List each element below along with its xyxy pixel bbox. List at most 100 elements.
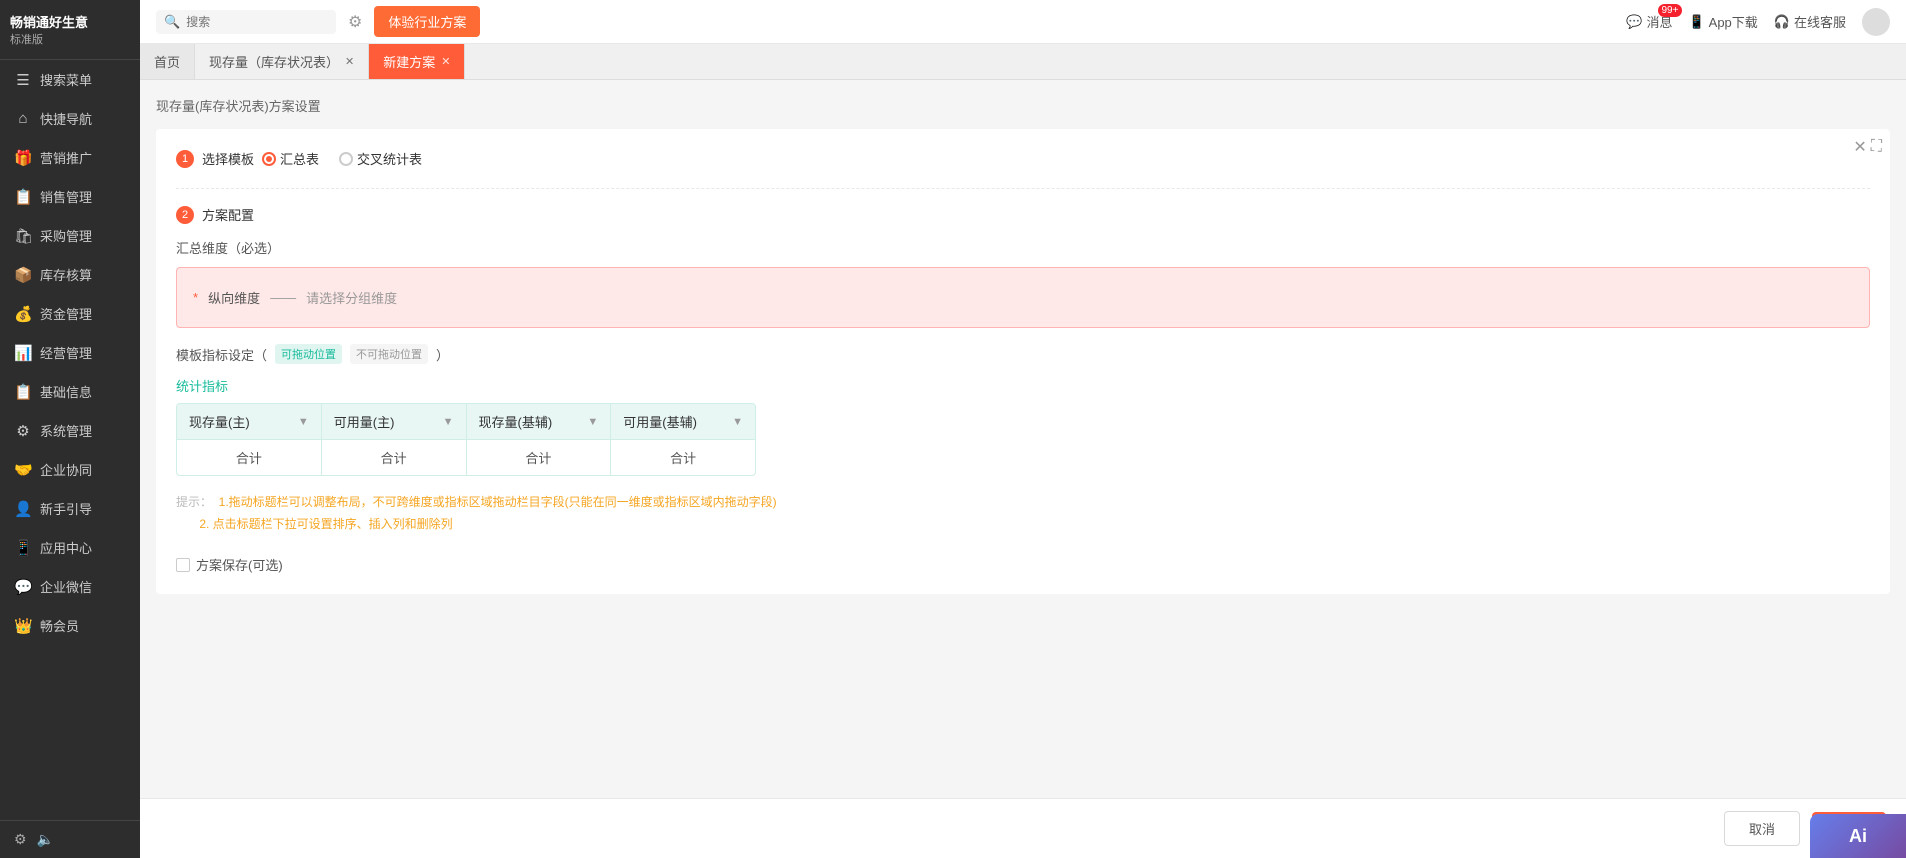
sidebar-item-new-guide[interactable]: 👤 新手引导 <box>0 489 140 528</box>
industry-btn[interactable]: 体验行业方案 <box>374 6 480 37</box>
indicator-prefix: 模板指标设定（ <box>176 345 267 364</box>
phone-icon: 📱 <box>1688 14 1704 30</box>
section1-num: 1 <box>176 150 194 168</box>
stat-col-可用量(主): 可用量(主) ▼ <box>322 404 467 439</box>
headset-icon: 🎧 <box>1774 14 1790 30</box>
tips-text: 提示： 1.拖动标题栏可以调整布局，不可跨维度或指标区域拖动栏目字段(只能在同一… <box>176 492 1870 535</box>
app-center-icon: 📱 <box>14 539 32 557</box>
sidebar-item-marketing[interactable]: 🎁 营销推广 <box>0 138 140 177</box>
sidebar-item-member[interactable]: 👑 畅会员 <box>0 606 140 645</box>
col-dropdown-icon[interactable]: ▼ <box>443 416 454 428</box>
stat-col-label: 现存量(基辅) <box>479 412 553 431</box>
stat-table-row-0: 合计合计合计合计 <box>177 439 755 475</box>
expand-panel-btn[interactable]: ⛶ <box>1871 137 1882 157</box>
app-label: App下载 <box>1709 12 1758 31</box>
config-card: 1 选择模板 汇总表 交叉统计表 <box>156 129 1890 594</box>
stat-col-label: 现存量(主) <box>189 412 250 431</box>
section1-title: 1 选择模板 汇总表 交叉统计表 <box>176 149 1870 168</box>
logo-sub: 标准版 <box>10 31 130 47</box>
stats-label: 统计指标 <box>176 376 1870 395</box>
purchase-icon: 🛍 <box>14 227 32 245</box>
message-icon: 💬 <box>1626 14 1642 30</box>
tab-home[interactable]: 首页 <box>140 44 195 79</box>
app-download-btn[interactable]: 📱 App下载 <box>1688 12 1757 31</box>
enterprise-wechat-icon: 💬 <box>14 578 32 596</box>
main-area: 🔍 ⚙ 体验行业方案 💬 消息 99+ 📱 App下载 🎧 在线客服 首页现存 <box>140 0 1906 858</box>
sidebar-item-search-menu[interactable]: ☰ 搜索菜单 <box>0 60 140 99</box>
sidebar-item-label-app-center: 应用中心 <box>40 538 92 557</box>
sidebar-item-operations[interactable]: 📊 经营管理 <box>0 333 140 372</box>
cancel-button[interactable]: 取消 <box>1724 811 1800 846</box>
tip1: 1.拖动标题栏可以调整布局，不可跨维度或指标区域拖动栏目字段(只能在同一维度或指… <box>219 495 777 509</box>
stat-cell: 合计 <box>177 440 322 475</box>
col-dropdown-icon[interactable]: ▼ <box>732 416 743 428</box>
stat-col-现存量(主): 现存量(主) ▼ <box>177 404 322 439</box>
search-box[interactable]: 🔍 <box>156 10 336 34</box>
search-input[interactable] <box>186 15 306 29</box>
sound-icon[interactable]: 🔈 <box>37 831 54 848</box>
radio-cross-label: 交叉统计表 <box>357 149 422 168</box>
sidebar-bottom: ⚙ 🔈 <box>0 820 140 858</box>
sidebar-item-label-sys-manage: 系统管理 <box>40 421 92 440</box>
dimension-box[interactable]: * 纵向维度 —— 请选择分组维度 <box>176 267 1870 328</box>
sidebar-item-purchase[interactable]: 🛍 采购管理 <box>0 216 140 255</box>
section-1: 1 选择模板 汇总表 交叉统计表 <box>176 149 1870 168</box>
logo-title: 畅销通好生意 <box>10 12 130 31</box>
sidebar-item-label-enterprise-wechat: 企业微信 <box>40 577 92 596</box>
col-dropdown-icon[interactable]: ▼ <box>587 416 598 428</box>
sidebar-item-inventory[interactable]: 📦 库存核算 <box>0 255 140 294</box>
required-mark: * <box>193 290 198 305</box>
sidebar-nav: ☰ 搜索菜单 ⌂ 快捷导航 🎁 营销推广 📋 销售管理 🛍 采购管理 📦 库存核… <box>0 60 140 820</box>
radio-cross[interactable]: 交叉统计表 <box>339 149 422 168</box>
indicator-settings-label: 模板指标设定（ 可拖动位置 不可拖动位置 ） <box>176 344 1870 364</box>
sidebar-item-label-enterprise: 企业协同 <box>40 460 92 479</box>
aggregate-label: 汇总维度（必选） <box>176 238 1870 257</box>
radio-summary[interactable]: 汇总表 <box>262 149 319 168</box>
sidebar-item-sys-manage[interactable]: ⚙ 系统管理 <box>0 411 140 450</box>
sidebar: 畅销通好生意 标准版 ☰ 搜索菜单 ⌂ 快捷导航 🎁 营销推广 📋 销售管理 🛍… <box>0 0 140 858</box>
sidebar-item-label-search-menu: 搜索菜单 <box>40 70 92 89</box>
gear-icon[interactable]: ⚙ <box>348 12 362 32</box>
settings-icon[interactable]: ⚙ <box>14 831 27 848</box>
close-panel-btn[interactable]: ✕ <box>1853 137 1866 157</box>
sidebar-item-label-marketing: 营销推广 <box>40 148 92 167</box>
tip-line-label: 提示： 1.拖动标题栏可以调整布局，不可跨维度或指标区域拖动栏目字段(只能在同一… <box>176 492 1870 514</box>
sidebar-item-basic-info[interactable]: 📋 基础信息 <box>0 372 140 411</box>
section-2: 2 方案配置 汇总维度（必选） * 纵向维度 —— 请选择分组维度 模板指标设定… <box>176 205 1870 535</box>
dim-placeholder: 请选择分组维度 <box>306 288 397 307</box>
sidebar-item-label-member: 畅会员 <box>40 616 79 635</box>
template-radio-group: 汇总表 交叉统计表 <box>262 149 422 168</box>
sidebar-item-sales[interactable]: 📋 销售管理 <box>0 177 140 216</box>
tips-section: 提示： 1.拖动标题栏可以调整布局，不可跨维度或指标区域拖动栏目字段(只能在同一… <box>176 492 1870 535</box>
sidebar-item-label-operations: 经营管理 <box>40 343 92 362</box>
sidebar-item-app-center[interactable]: 📱 应用中心 <box>0 528 140 567</box>
search-menu-icon: ☰ <box>14 71 32 89</box>
col-dropdown-icon[interactable]: ▼ <box>298 416 309 428</box>
tab-inventory-status[interactable]: 现存量（库存状况表）✕ <box>195 44 369 79</box>
section2-label: 方案配置 <box>202 205 254 224</box>
sidebar-item-enterprise-wechat[interactable]: 💬 企业微信 <box>0 567 140 606</box>
save-checkbox[interactable] <box>176 558 190 572</box>
no-drag-badge: 不可拖动位置 <box>350 344 428 364</box>
save-option[interactable]: 方案保存(可选) <box>176 555 1870 574</box>
ai-float-btn[interactable]: Ai <box>1810 814 1906 858</box>
service-btn[interactable]: 🎧 在线客服 <box>1774 12 1846 31</box>
tip2: 2. 点击标题栏下拉可设置排序、插入列和删除列 <box>176 514 1870 536</box>
sidebar-logo: 畅销通好生意 标准版 <box>0 0 140 60</box>
user-avatar[interactable] <box>1862 8 1890 36</box>
tab-close-new-plan[interactable]: ✕ <box>441 55 450 68</box>
drag-badge: 可拖动位置 <box>275 344 342 364</box>
tab-close-inventory-status[interactable]: ✕ <box>345 55 354 68</box>
sidebar-item-quick-nav[interactable]: ⌂ 快捷导航 <box>0 99 140 138</box>
basic-info-icon: 📋 <box>14 383 32 401</box>
message-btn[interactable]: 💬 消息 99+ <box>1626 12 1672 31</box>
sidebar-item-enterprise[interactable]: 🤝 企业协同 <box>0 450 140 489</box>
tab-new-plan[interactable]: 新建方案✕ <box>369 44 465 79</box>
sidebar-item-label-basic-info: 基础信息 <box>40 382 92 401</box>
panel-controls: ✕ ⛶ <box>1845 129 1890 165</box>
footer-bar: 取消 查询 <box>140 798 1906 858</box>
inventory-icon: 📦 <box>14 266 32 284</box>
stat-cell: 合计 <box>322 440 467 475</box>
sidebar-item-finance[interactable]: 💰 资金管理 <box>0 294 140 333</box>
stat-table: 现存量(主) ▼ 可用量(主) ▼ 现存量(基辅) ▼ 可用量(基辅) ▼ 合计… <box>176 403 756 476</box>
